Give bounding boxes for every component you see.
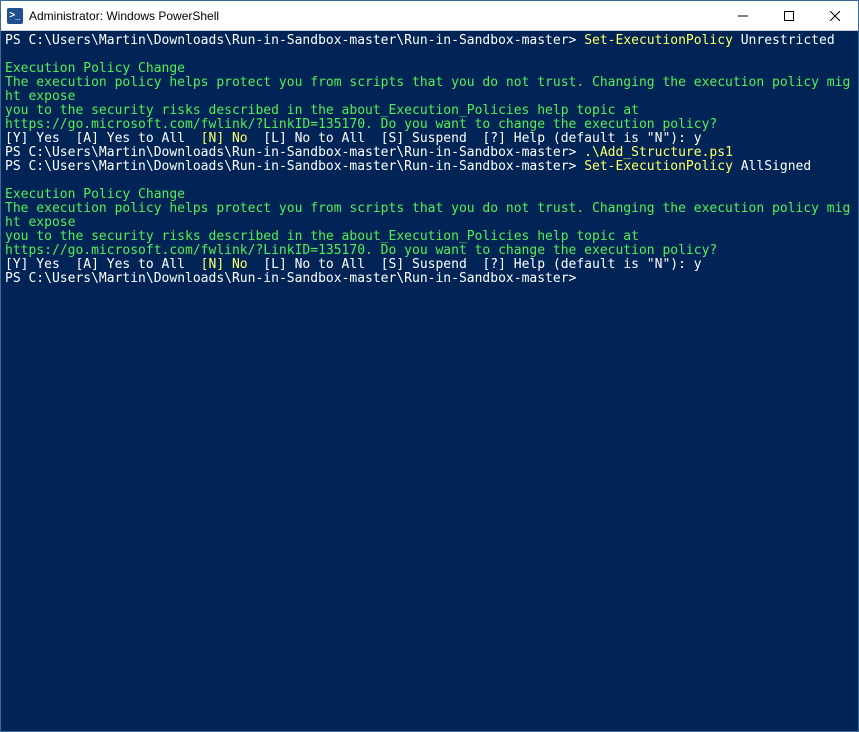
terminal-line	[5, 174, 854, 188]
terminal-line: PS C:\Users\Martin\Downloads\Run-in-Sand…	[5, 34, 854, 48]
powershell-window: >_ Administrator: Windows PowerShell PS …	[0, 0, 859, 732]
terminal-line	[5, 48, 854, 62]
titlebar-left: >_ Administrator: Windows PowerShell	[1, 8, 219, 24]
terminal-line: The execution policy helps protect you f…	[5, 76, 854, 104]
terminal-line: https://go.microsoft.com/fwlink/?LinkID=…	[5, 118, 854, 132]
terminal-line: you to the security risks described in t…	[5, 104, 854, 118]
window-controls	[720, 1, 858, 30]
maximize-button[interactable]	[766, 1, 812, 30]
titlebar: >_ Administrator: Windows PowerShell	[1, 1, 858, 31]
terminal-line: Execution Policy Change	[5, 62, 854, 76]
minimize-button[interactable]	[720, 1, 766, 30]
window-title: Administrator: Windows PowerShell	[29, 9, 219, 23]
terminal-line: [Y] Yes [A] Yes to All [N] No [L] No to …	[5, 132, 854, 146]
terminal-line: PS C:\Users\Martin\Downloads\Run-in-Sand…	[5, 272, 854, 286]
terminal-line: PS C:\Users\Martin\Downloads\Run-in-Sand…	[5, 160, 854, 174]
terminal-line: Execution Policy Change	[5, 188, 854, 202]
terminal-line: PS C:\Users\Martin\Downloads\Run-in-Sand…	[5, 146, 854, 160]
terminal-line: The execution policy helps protect you f…	[5, 202, 854, 230]
terminal-line: https://go.microsoft.com/fwlink/?LinkID=…	[5, 244, 854, 258]
powershell-icon: >_	[7, 8, 23, 24]
terminal-line: you to the security risks described in t…	[5, 230, 854, 244]
terminal[interactable]: PS C:\Users\Martin\Downloads\Run-in-Sand…	[1, 31, 858, 731]
terminal-line: [Y] Yes [A] Yes to All [N] No [L] No to …	[5, 258, 854, 272]
close-button[interactable]	[812, 1, 858, 30]
